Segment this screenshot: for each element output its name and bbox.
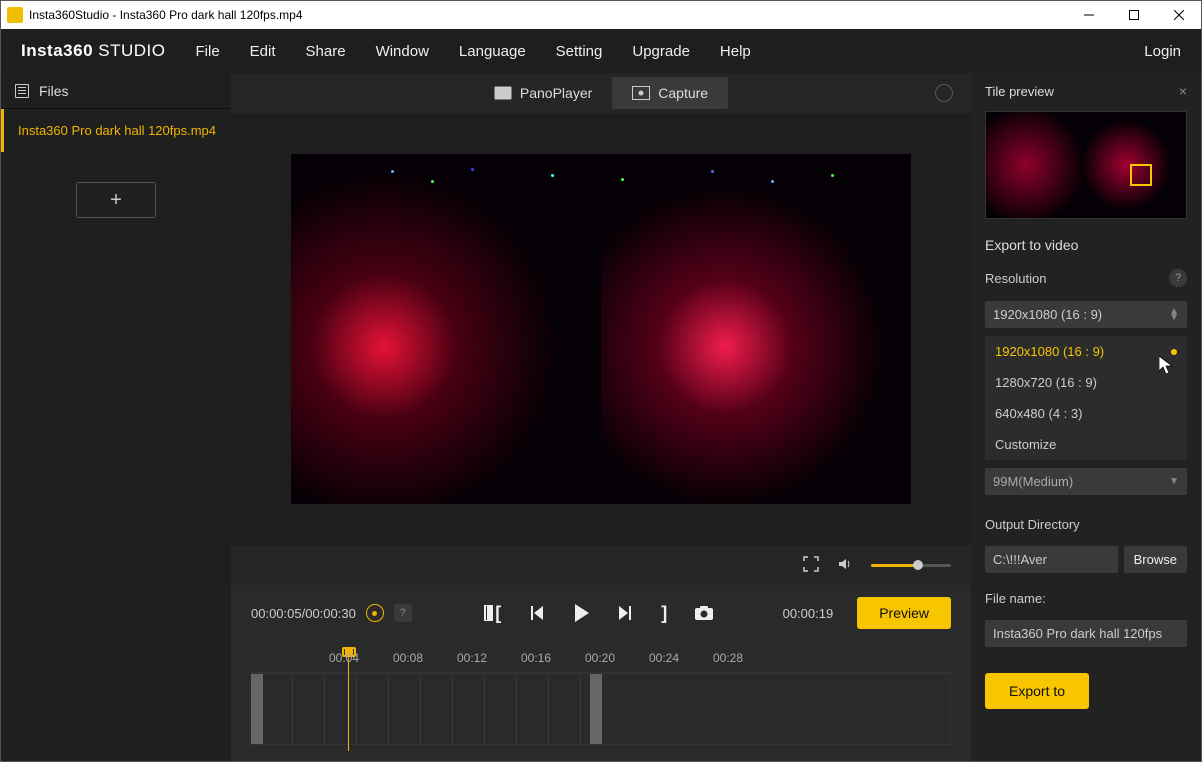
browse-button[interactable]: Browse bbox=[1124, 546, 1187, 573]
resolution-option[interactable]: 640x480 (4 : 3) bbox=[985, 398, 1187, 429]
tick: 00:28 bbox=[713, 651, 743, 665]
resolution-label: Resolution bbox=[985, 271, 1046, 286]
menu-help[interactable]: Help bbox=[720, 43, 751, 60]
preview-button[interactable]: Preview bbox=[857, 597, 951, 629]
right-panel: Tile preview × Export to video Resolutio… bbox=[971, 73, 1201, 761]
titlebar: Insta360Studio - Insta360 Pro dark hall … bbox=[1, 1, 1201, 29]
tick: 00:16 bbox=[521, 651, 551, 665]
resolution-option[interactable]: Customize bbox=[985, 429, 1187, 460]
tick: 00:08 bbox=[393, 651, 423, 665]
tick: 00:12 bbox=[457, 651, 487, 665]
fullscreen-icon[interactable] bbox=[803, 556, 821, 574]
menu-window[interactable]: Window bbox=[376, 43, 429, 60]
resolution-value: 1920x1080 (16 : 9) bbox=[993, 307, 1102, 322]
help-icon[interactable]: ? bbox=[394, 604, 412, 622]
resolution-option[interactable]: 1280x720 (16 : 9) bbox=[985, 367, 1187, 398]
bitrate-select[interactable]: 99M(Medium) ▼ bbox=[985, 468, 1187, 495]
sidebar: Files Insta360 Pro dark hall 120fps.mp4 … bbox=[1, 73, 231, 761]
tab-capture-label: Capture bbox=[658, 85, 708, 101]
prev-frame-button[interactable] bbox=[529, 606, 545, 620]
window-title: Insta360Studio - Insta360 Pro dark hall … bbox=[29, 8, 303, 22]
tab-panoplayer[interactable]: PanoPlayer bbox=[474, 77, 612, 109]
login-link[interactable]: Login bbox=[1144, 43, 1181, 60]
volume-icon[interactable] bbox=[837, 556, 855, 574]
file-name-input[interactable] bbox=[985, 620, 1187, 647]
help-icon[interactable]: ? bbox=[1169, 269, 1187, 287]
play-button[interactable] bbox=[573, 604, 589, 622]
tab-panoplayer-label: PanoPlayer bbox=[520, 85, 592, 101]
viewport-indicator[interactable] bbox=[1130, 164, 1152, 186]
timeline-ruler[interactable]: 00:04 00:08 00:12 00:16 00:20 00:24 00:2… bbox=[251, 651, 951, 673]
end-timecode: 00:00:19 bbox=[783, 606, 834, 621]
mark-out-button[interactable]: ] bbox=[661, 603, 667, 624]
refresh-icon[interactable] bbox=[935, 84, 953, 102]
menubar: Insta360 STUDIO File Edit Share Window L… bbox=[1, 29, 1201, 73]
output-directory-label: Output Directory bbox=[985, 517, 1187, 532]
brand: Insta360 STUDIO bbox=[21, 41, 166, 61]
export-section-title: Export to video bbox=[985, 237, 1187, 253]
tick: 00:24 bbox=[649, 651, 679, 665]
minimize-button[interactable] bbox=[1066, 1, 1111, 29]
target-icon[interactable] bbox=[366, 604, 384, 622]
resolution-option[interactable]: 1920x1080 (16 : 9) bbox=[985, 336, 1187, 367]
menu-upgrade[interactable]: Upgrade bbox=[632, 43, 690, 60]
menu-language[interactable]: Language bbox=[459, 43, 526, 60]
capture-icon bbox=[632, 86, 650, 100]
export-to-button[interactable]: Export to bbox=[985, 673, 1089, 709]
close-button[interactable] bbox=[1156, 1, 1201, 29]
next-frame-button[interactable] bbox=[617, 606, 633, 620]
select-arrows-icon: ▲▼ bbox=[1169, 309, 1179, 321]
snapshot-button[interactable] bbox=[695, 606, 713, 620]
playhead[interactable] bbox=[348, 655, 349, 751]
tile-preview-view[interactable] bbox=[985, 111, 1187, 219]
tile-preview-title: Tile preview bbox=[985, 84, 1054, 99]
add-file-button[interactable]: + bbox=[76, 182, 156, 218]
timeline-track[interactable] bbox=[251, 673, 951, 745]
resolution-select[interactable]: 1920x1080 (16 : 9) ▲▼ bbox=[985, 301, 1187, 328]
mark-in-button[interactable]: [ bbox=[481, 603, 501, 624]
menu-edit[interactable]: Edit bbox=[250, 43, 276, 60]
files-icon bbox=[15, 84, 29, 98]
file-name-label: File name: bbox=[985, 591, 1187, 606]
output-directory-input[interactable] bbox=[985, 546, 1118, 573]
timeline[interactable]: 00:04 00:08 00:12 00:16 00:20 00:24 00:2… bbox=[231, 641, 971, 761]
chevron-down-icon: ▼ bbox=[1169, 476, 1179, 487]
file-item[interactable]: Insta360 Pro dark hall 120fps.mp4 bbox=[1, 109, 231, 152]
close-icon[interactable]: × bbox=[1179, 83, 1187, 99]
tick: 00:20 bbox=[585, 651, 615, 665]
files-header-label: Files bbox=[39, 83, 69, 99]
resolution-dropdown: 1920x1080 (16 : 9) 1280x720 (16 : 9) 640… bbox=[985, 336, 1187, 460]
app-icon bbox=[7, 7, 23, 23]
volume-slider[interactable] bbox=[871, 564, 951, 567]
maximize-button[interactable] bbox=[1111, 1, 1156, 29]
menu-share[interactable]: Share bbox=[306, 43, 346, 60]
tab-capture[interactable]: Capture bbox=[612, 77, 728, 109]
menu-setting[interactable]: Setting bbox=[556, 43, 603, 60]
panoplayer-icon bbox=[494, 86, 512, 100]
video-preview[interactable] bbox=[231, 113, 971, 545]
tick: 00:04 bbox=[329, 651, 359, 665]
menu-file[interactable]: File bbox=[196, 43, 220, 60]
clip-in-handle[interactable] bbox=[251, 674, 263, 744]
bitrate-value: 99M(Medium) bbox=[993, 474, 1073, 489]
timecode: 00:00:05/00:00:30 bbox=[251, 606, 356, 621]
